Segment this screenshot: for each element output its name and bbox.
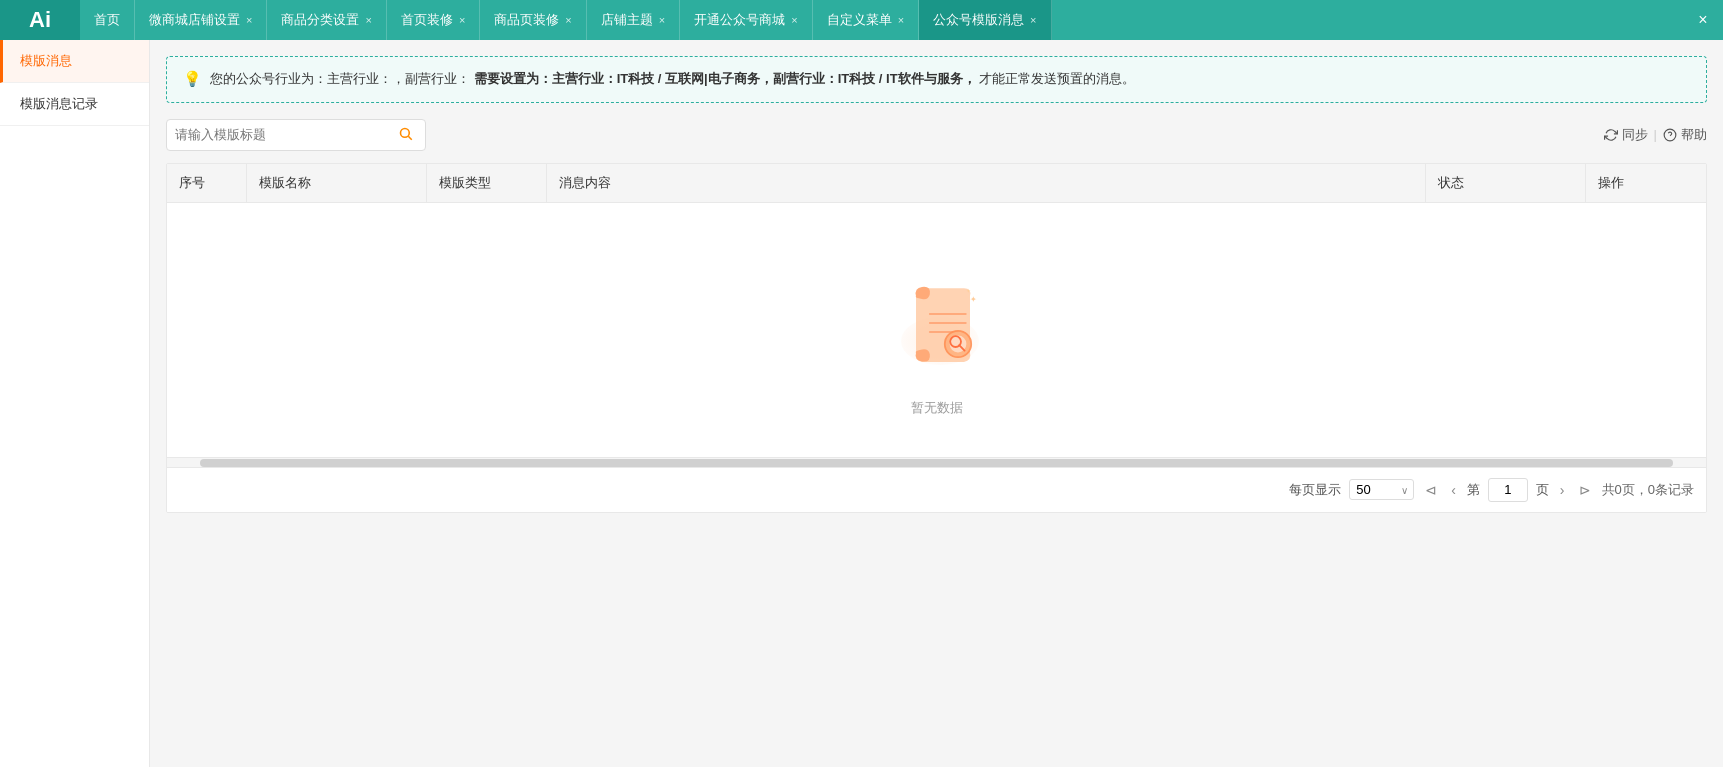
first-page-button[interactable]: ⊲ [1422,482,1440,498]
col-name: 模版名称 [247,164,427,202]
col-action: 操作 [1586,164,1706,202]
col-status: 状态 [1426,164,1586,202]
empty-document-icon: ✦ ✦ [877,263,997,383]
page-size-select-wrap: 50 10 20 100 [1349,479,1414,500]
nav-tab-home[interactable]: 首页 [80,0,135,40]
notice-highlight: 需要设置为：主营行业：IT科技 / 互联网|电子商务，副营行业：IT科技 / I… [474,71,976,86]
search-bar: 同步 | 帮助 [166,119,1707,151]
pagination: 每页显示 50 10 20 100 ⊲ ‹ 第 页 › ⊳ 共0页，0条记录 [167,467,1706,512]
nav-tab-category[interactable]: 商品分类设置× [267,0,386,40]
sidebar: 模版消息模版消息记录 [0,40,150,767]
search-input[interactable] [175,127,394,142]
next-page-button[interactable]: › [1557,482,1568,498]
page-size-label: 每页显示 [1289,481,1341,499]
table-header: 序号 模版名称 模版类型 消息内容 状态 操作 [167,164,1706,203]
nav-tab-custom-menu[interactable]: 自定义菜单× [813,0,919,40]
last-page-button[interactable]: ⊳ [1576,482,1594,498]
page-unit: 页 [1536,481,1549,499]
nav-tab-product-dec[interactable]: 商品页装修× [480,0,586,40]
notice-box: 💡 您的公众号行业为：主营行业：，副营行业： 需要设置为：主营行业：IT科技 /… [166,56,1707,103]
page-size-select[interactable]: 50 10 20 100 [1349,479,1414,500]
page-label: 第 [1467,481,1480,499]
empty-text: 暂无数据 [911,399,963,417]
search-button[interactable] [394,126,417,144]
empty-state: ✦ ✦ 暂无数据 [167,203,1706,457]
close-tab-wechat-shop[interactable]: × [246,14,252,26]
col-index: 序号 [167,164,247,202]
page-total: 共0页，0条记录 [1602,481,1694,499]
notice-prefix: 您的公众号行业为：主营行业：，副营行业： [210,71,470,86]
table-scrollbar[interactable] [167,457,1706,467]
prev-page-button[interactable]: ‹ [1448,482,1459,498]
sync-label: 同步 [1622,126,1648,144]
svg-line-1 [408,136,411,139]
col-type: 模版类型 [427,164,547,202]
content-area: 💡 您的公众号行业为：主营行业：，副营行业： 需要设置为：主营行业：IT科技 /… [150,40,1723,767]
nav-tab-template-msg[interactable]: 公众号模版消息× [919,0,1051,40]
svg-text:✦: ✦ [970,294,977,304]
toolbar-divider: | [1654,127,1657,142]
page-input[interactable] [1488,478,1528,502]
sync-button[interactable]: 同步 [1604,126,1648,144]
main-layout: 模版消息模版消息记录 💡 您的公众号行业为：主营行业：，副营行业： 需要设置为：… [0,40,1723,767]
close-tab-theme[interactable]: × [659,14,665,26]
svg-point-0 [401,128,410,137]
close-tab-open-mall[interactable]: × [791,14,797,26]
sidebar-item-template-record[interactable]: 模版消息记录 [0,83,149,126]
close-tab-homepage-dec[interactable]: × [459,14,465,26]
search-input-wrap [166,119,426,151]
help-button[interactable]: 帮助 [1663,126,1707,144]
nav-tab-homepage-dec[interactable]: 首页装修× [387,0,480,40]
close-all-button[interactable]: × [1683,0,1723,40]
app-logo: Ai [0,0,80,40]
data-table: 序号 模版名称 模版类型 消息内容 状态 操作 [166,163,1707,513]
notice-icon: 💡 [183,70,202,88]
notice-text: 您的公众号行业为：主营行业：，副营行业： 需要设置为：主营行业：IT科技 / 互… [210,69,1135,90]
close-tab-custom-menu[interactable]: × [898,14,904,26]
nav-tab-wechat-shop[interactable]: 微商城店铺设置× [135,0,267,40]
col-content: 消息内容 [547,164,1426,202]
nav-tabs: 首页微商城店铺设置×商品分类设置×首页装修×商品页装修×店铺主题×开通公众号商城… [80,0,1683,40]
help-label: 帮助 [1681,126,1707,144]
svg-text:✦: ✦ [965,288,970,294]
close-tab-product-dec[interactable]: × [565,14,571,26]
top-nav: Ai 首页微商城店铺设置×商品分类设置×首页装修×商品页装修×店铺主题×开通公众… [0,0,1723,40]
sidebar-item-template[interactable]: 模版消息 [0,40,149,83]
toolbar-right: 同步 | 帮助 [1604,126,1707,144]
notice-suffix: 才能正常发送预置的消息。 [979,71,1135,86]
close-tab-template-msg[interactable]: × [1030,14,1036,26]
nav-tab-open-mall[interactable]: 开通公众号商城× [680,0,812,40]
nav-tab-theme[interactable]: 店铺主题× [587,0,680,40]
close-tab-category[interactable]: × [365,14,371,26]
